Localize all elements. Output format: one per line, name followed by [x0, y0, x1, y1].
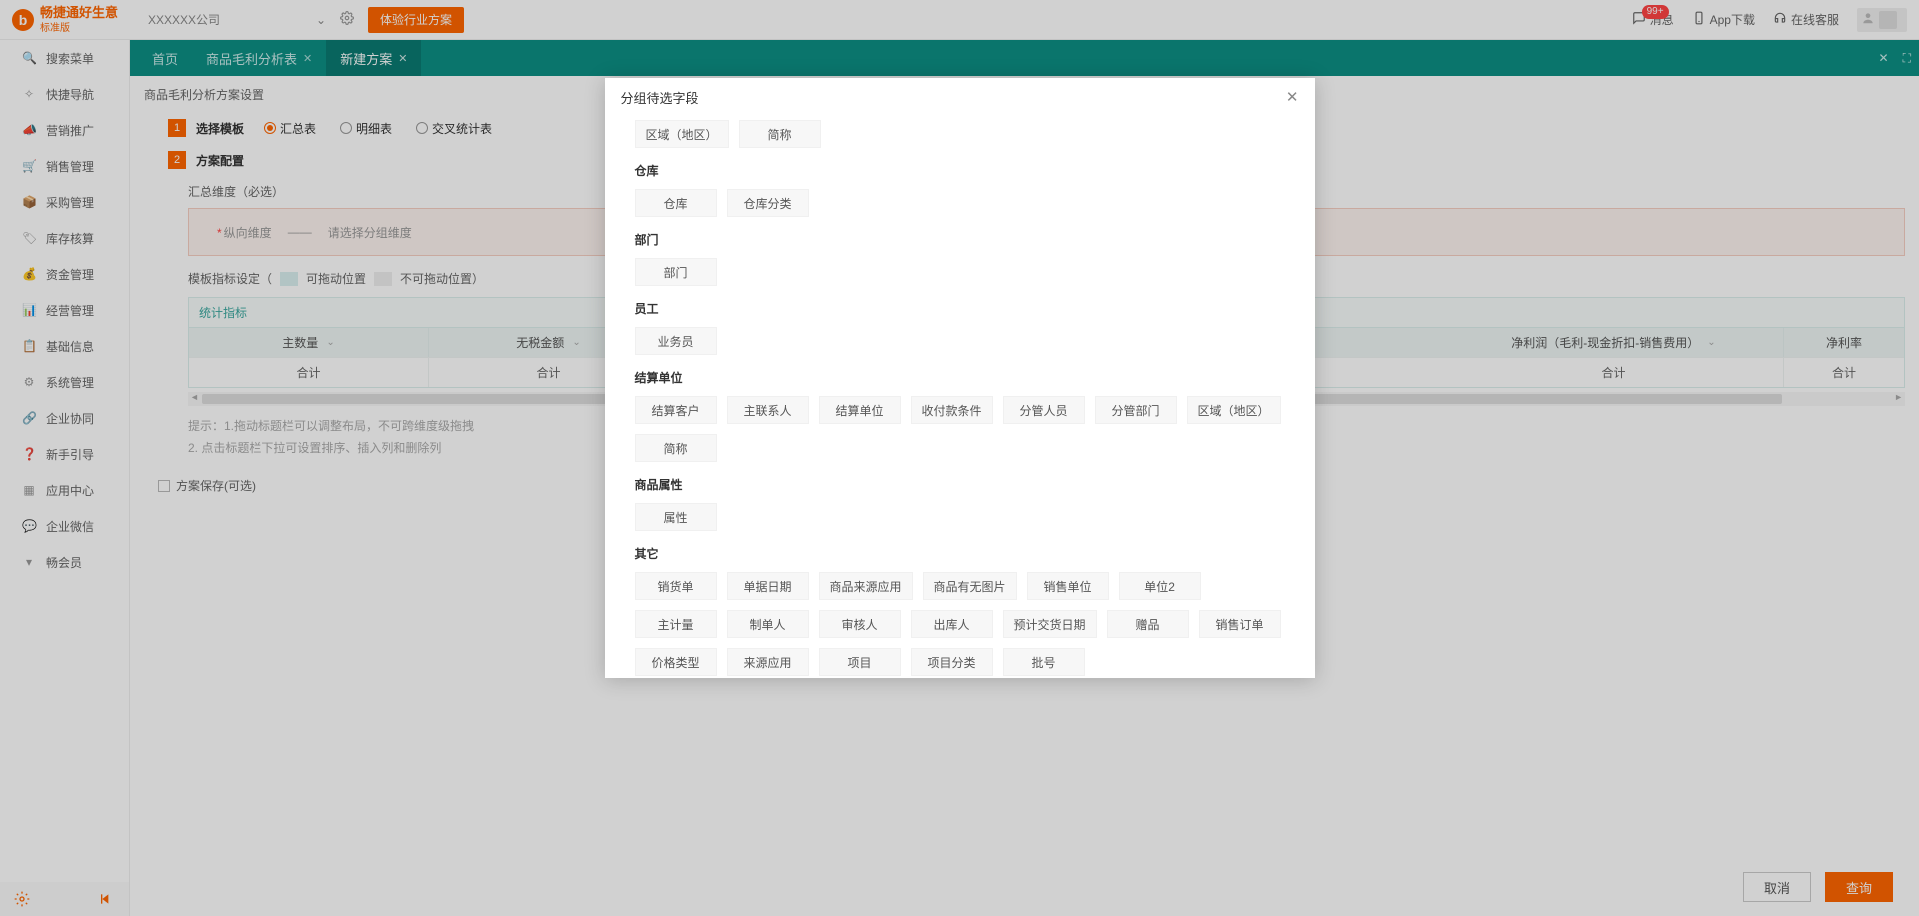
field-group-title: 仓库	[635, 162, 1285, 179]
modal-overlay: 分组待选字段 ✕ 客户客户分类分管部门分管人员主联系方主联系人销售单位区域（地区…	[0, 0, 1919, 916]
field-tag[interactable]: 主计量	[635, 610, 717, 638]
field-tag[interactable]: 简称	[739, 120, 821, 148]
field-tag[interactable]: 来源应用	[727, 648, 809, 676]
field-tag[interactable]: 销货单	[635, 572, 717, 600]
field-tag[interactable]: 区域（地区）	[1187, 396, 1281, 424]
field-tag[interactable]: 仓库分类	[727, 189, 809, 217]
field-tag[interactable]: 主联系人	[727, 396, 809, 424]
field-group-title: 部门	[635, 231, 1285, 248]
field-group-title: 结算单位	[635, 369, 1285, 386]
field-tag[interactable]: 出库人	[911, 610, 993, 638]
field-tag[interactable]: 区域（地区）	[635, 120, 729, 148]
field-tag[interactable]: 制单人	[727, 610, 809, 638]
field-tag[interactable]: 销售订单	[1199, 610, 1281, 638]
field-tag[interactable]: 结算单位	[819, 396, 901, 424]
field-tag[interactable]: 分管部门	[1095, 396, 1177, 424]
field-tag[interactable]: 部门	[635, 258, 717, 286]
field-tag[interactable]: 赠品	[1107, 610, 1189, 638]
field-tag[interactable]: 仓库	[635, 189, 717, 217]
field-tag[interactable]: 结算客户	[635, 396, 717, 424]
modal-close-icon[interactable]: ✕	[1286, 88, 1299, 106]
field-group-title: 员工	[635, 300, 1285, 317]
modal-title: 分组待选字段	[621, 88, 699, 107]
field-tag[interactable]: 项目	[819, 648, 901, 676]
field-tag[interactable]: 简称	[635, 434, 717, 462]
field-group-title: 其它	[635, 545, 1285, 562]
field-group-title: 商品属性	[635, 476, 1285, 493]
field-tag[interactable]: 收付款条件	[911, 396, 993, 424]
field-tag[interactable]: 商品有无图片	[923, 572, 1017, 600]
field-tag[interactable]: 项目分类	[911, 648, 993, 676]
field-tag[interactable]: 批号	[1003, 648, 1085, 676]
field-tag[interactable]: 预计交货日期	[1003, 610, 1097, 638]
field-tag[interactable]: 业务员	[635, 327, 717, 355]
field-tag[interactable]: 属性	[635, 503, 717, 531]
field-tag[interactable]: 价格类型	[635, 648, 717, 676]
field-tag[interactable]: 商品来源应用	[819, 572, 913, 600]
field-tag[interactable]: 单据日期	[727, 572, 809, 600]
field-tag[interactable]: 销售单位	[1027, 572, 1109, 600]
field-picker-modal: 分组待选字段 ✕ 客户客户分类分管部门分管人员主联系方主联系人销售单位区域（地区…	[605, 78, 1315, 678]
field-tag[interactable]: 审核人	[819, 610, 901, 638]
field-tag[interactable]: 单位2	[1119, 572, 1201, 600]
field-tag[interactable]: 分管人员	[1003, 396, 1085, 424]
